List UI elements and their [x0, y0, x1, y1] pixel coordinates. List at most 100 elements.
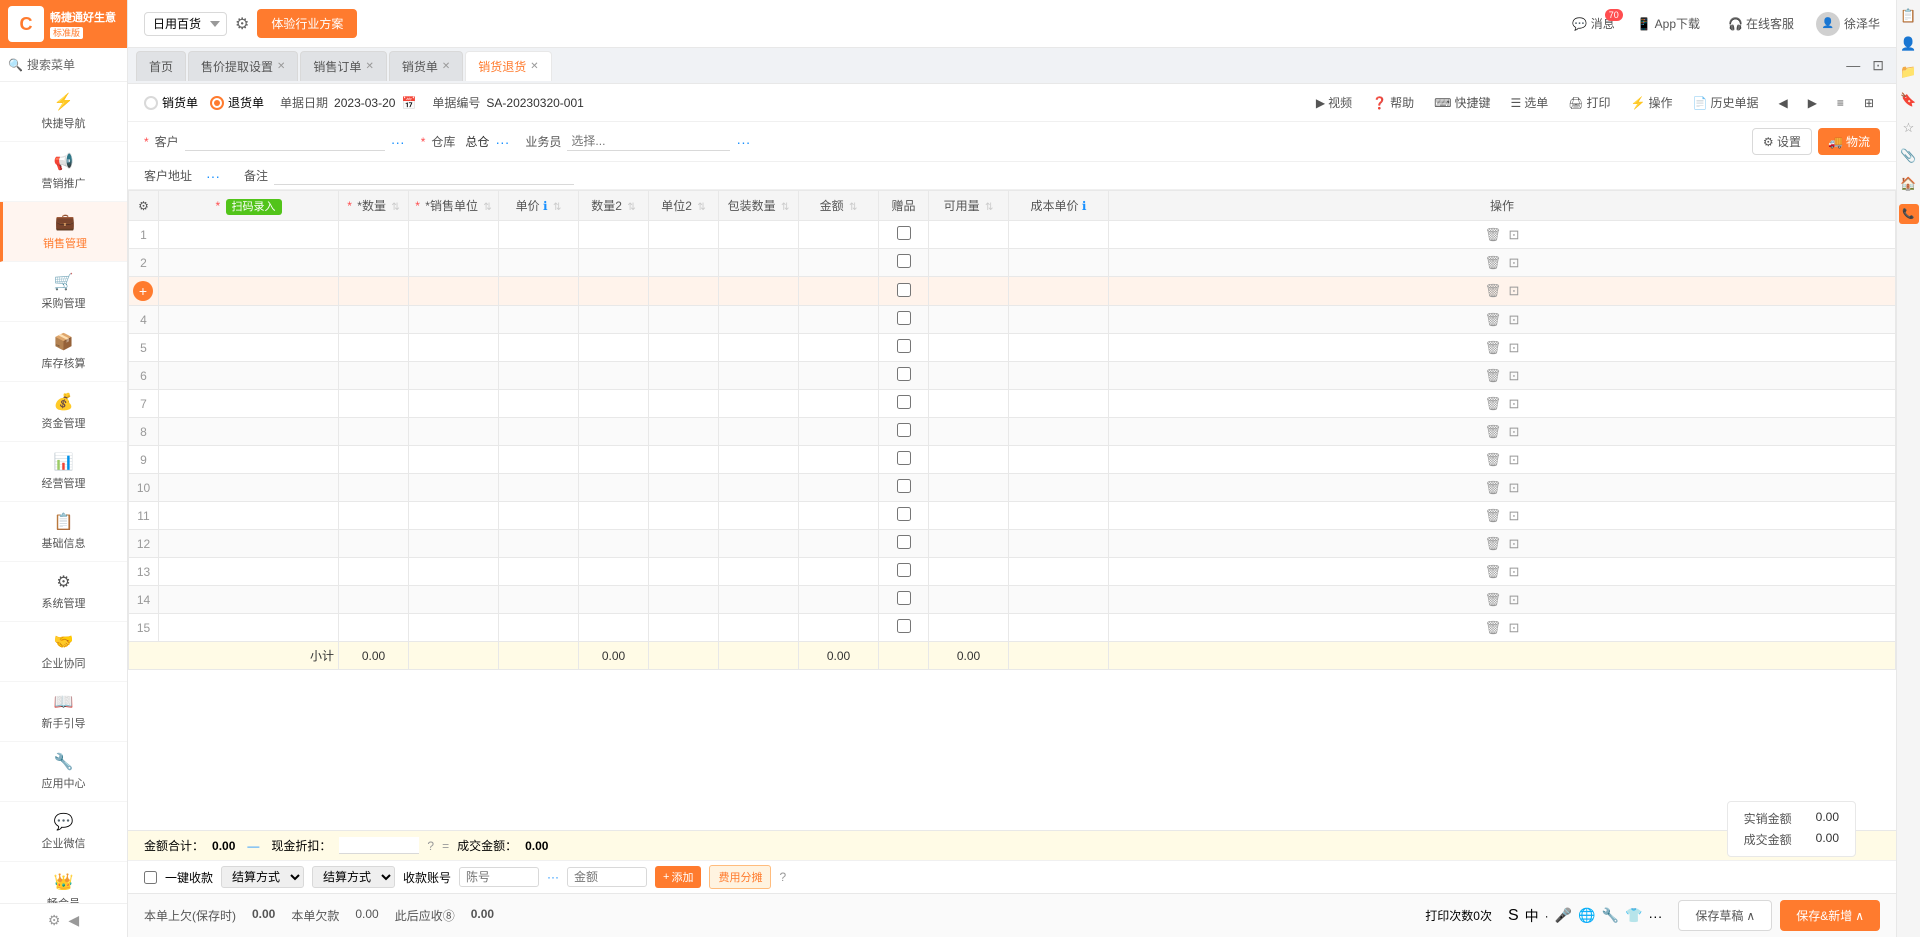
qty2-cell[interactable]	[579, 249, 649, 277]
tools-icon[interactable]: 🔧	[1602, 907, 1619, 924]
settings-btn[interactable]: ⚙ 设置	[1752, 128, 1812, 155]
tab-price-extract[interactable]: 售价提取设置 ✕	[188, 51, 298, 81]
copy-row-btn[interactable]: ⊡	[1508, 340, 1519, 355]
cost-cell[interactable]	[1009, 306, 1109, 334]
cost-info-icon[interactable]: ℹ	[1082, 199, 1087, 213]
product-cell[interactable]	[159, 474, 339, 502]
message-btn[interactable]: 💬 消息 70	[1572, 15, 1614, 32]
unit-cell[interactable]	[409, 418, 499, 446]
price-cell[interactable]	[499, 249, 579, 277]
tab-sales-order[interactable]: 销售订单 ✕	[300, 51, 386, 81]
cost-cell[interactable]	[1009, 474, 1109, 502]
discount-input[interactable]	[339, 837, 419, 854]
unit2-cell[interactable]	[649, 418, 719, 446]
sidebar-item-inventory[interactable]: 📦 库存核算	[0, 322, 127, 382]
price-cell[interactable]	[499, 614, 579, 642]
copy-row-btn[interactable]: ⊡	[1508, 424, 1519, 439]
scan-btn[interactable]: 扫码录入	[226, 199, 282, 215]
copy-row-btn[interactable]: ⊡	[1508, 452, 1519, 467]
tab-close-sales-order[interactable]: ✕	[365, 61, 373, 72]
cost-cell[interactable]	[1009, 502, 1109, 530]
unit2-sort-icon[interactable]: ⇅	[697, 202, 705, 213]
tab-close-price[interactable]: ✕	[277, 61, 285, 72]
tab-close-sales[interactable]: ✕	[442, 61, 450, 72]
customer-input[interactable]	[185, 132, 385, 151]
price-cell[interactable]	[499, 446, 579, 474]
user-menu[interactable]: 👤 徐泽华	[1816, 12, 1880, 36]
qty-cell[interactable]	[339, 446, 409, 474]
unit2-cell[interactable]	[649, 502, 719, 530]
sidebar-item-guide[interactable]: 📖 新手引导	[0, 682, 127, 742]
qty2-cell[interactable]	[579, 446, 649, 474]
copy-row-btn[interactable]: ⊡	[1508, 592, 1519, 607]
available-cell[interactable]	[929, 502, 1009, 530]
view-list-btn[interactable]: ≡	[1831, 94, 1850, 112]
qty-cell[interactable]	[339, 586, 409, 614]
unit2-cell[interactable]	[649, 362, 719, 390]
qty2-cell[interactable]	[579, 558, 649, 586]
qty-cell[interactable]	[339, 334, 409, 362]
price-cell[interactable]	[499, 390, 579, 418]
online-service-btn[interactable]: 🎧 在线客服	[1722, 13, 1800, 34]
qty2-cell[interactable]	[579, 502, 649, 530]
warehouse-dots[interactable]: ···	[495, 134, 509, 150]
logistics-btn[interactable]: 🚚 物流	[1818, 128, 1880, 155]
shortcut-btn[interactable]: ⌨ 快捷键	[1428, 92, 1496, 113]
sidebar-item-purchase[interactable]: 🛒 采购管理	[0, 262, 127, 322]
amount-cell[interactable]	[799, 446, 879, 474]
product-cell[interactable]	[159, 530, 339, 558]
qty2-cell[interactable]	[579, 334, 649, 362]
qty2-cell[interactable]	[579, 530, 649, 558]
unit2-cell[interactable]	[649, 586, 719, 614]
right-icon-star[interactable]: ☆	[1903, 120, 1915, 136]
available-cell[interactable]	[929, 586, 1009, 614]
product-cell[interactable]	[159, 221, 339, 249]
right-icon-orange[interactable]: 📞	[1899, 204, 1919, 224]
product-cell[interactable]	[159, 586, 339, 614]
copy-row-btn[interactable]: ⊡	[1508, 368, 1519, 383]
pkgqty-cell[interactable]	[719, 558, 799, 586]
unit-cell[interactable]	[409, 614, 499, 642]
try-btn[interactable]: 体验行业方案	[257, 9, 357, 38]
add-payment-btn[interactable]: + 添加	[655, 866, 701, 888]
sidebar-item-basic[interactable]: 📋 基础信息	[0, 502, 127, 562]
amount-cell[interactable]	[799, 334, 879, 362]
copy-row-btn[interactable]: ⊡	[1508, 536, 1519, 551]
copy-row-btn[interactable]: ⊡	[1508, 620, 1519, 635]
calendar-icon[interactable]: 📅	[401, 96, 416, 110]
price-cell[interactable]	[499, 474, 579, 502]
cost-cell[interactable]	[1009, 446, 1109, 474]
delete-row-btn[interactable]: 🗑	[1485, 592, 1502, 607]
price-cell[interactable]	[499, 306, 579, 334]
product-cell[interactable]	[159, 362, 339, 390]
qty2-cell[interactable]	[579, 614, 649, 642]
qty-cell[interactable]	[339, 249, 409, 277]
sidebar-item-business[interactable]: 📊 经营管理	[0, 442, 127, 502]
staff-dots[interactable]: ···	[736, 134, 750, 150]
amount-cell[interactable]	[799, 502, 879, 530]
unit2-cell[interactable]	[649, 558, 719, 586]
select-btn[interactable]: ☰ 选单	[1504, 92, 1554, 113]
copy-row-btn[interactable]: ⊡	[1508, 255, 1519, 270]
remark-input[interactable]	[274, 166, 574, 185]
amount-cell[interactable]	[799, 558, 879, 586]
price-cell[interactable]	[499, 334, 579, 362]
unit2-cell[interactable]	[649, 614, 719, 642]
delete-row-btn[interactable]: 🗑	[1485, 536, 1502, 551]
pkgqty-cell[interactable]	[719, 474, 799, 502]
category-select[interactable]: 日用百货	[144, 12, 227, 36]
unit2-cell[interactable]	[649, 249, 719, 277]
pkgqty-cell[interactable]	[719, 306, 799, 334]
pkgqty-sort-icon[interactable]: ⇅	[781, 202, 789, 213]
cost-cell[interactable]	[1009, 586, 1109, 614]
calc-help-icon[interactable]: ?	[427, 839, 434, 853]
split-help-icon[interactable]: ?	[779, 870, 786, 884]
gift-checkbox[interactable]	[897, 395, 911, 409]
video-btn[interactable]: ▶ 视频	[1310, 92, 1358, 113]
unit2-cell[interactable]	[649, 277, 719, 306]
help-btn[interactable]: ❓ 帮助	[1366, 92, 1420, 113]
sidebar-item-finance[interactable]: 💰 资金管理	[0, 382, 127, 442]
price-cell[interactable]	[499, 586, 579, 614]
qty2-cell[interactable]	[579, 221, 649, 249]
radio-sales[interactable]: 销货单	[144, 94, 198, 111]
